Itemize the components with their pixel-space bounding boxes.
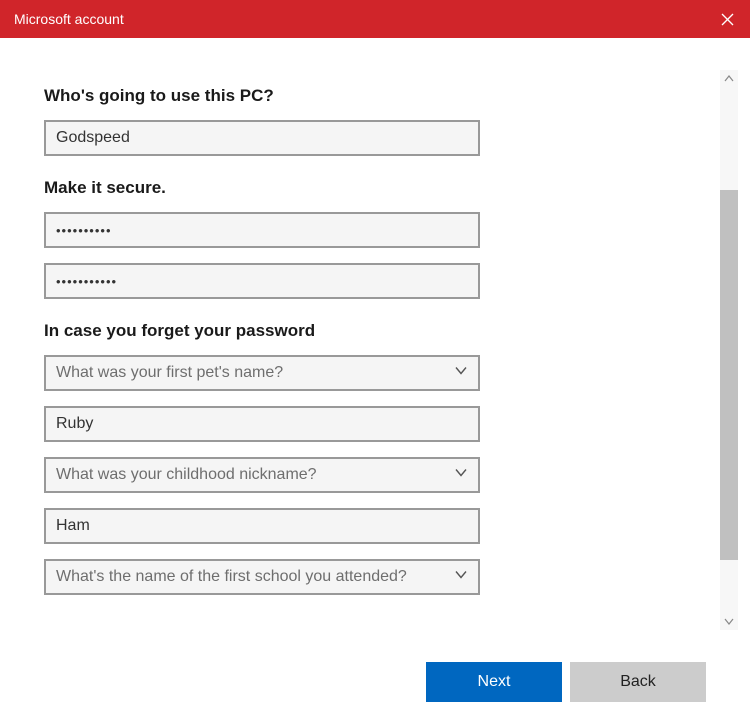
confirm-password-masked: ••••••••••• [56, 274, 117, 289]
section-heading-password: Make it secure. [44, 178, 706, 198]
security-question-3-label: What's the name of the first school you … [56, 568, 407, 586]
window-title: Microsoft account [14, 11, 124, 27]
scrollbar-thumb[interactable] [720, 190, 738, 560]
security-question-1-select[interactable]: What was your first pet's name? [44, 355, 480, 391]
username-input[interactable] [44, 120, 480, 156]
section-heading-user: Who's going to use this PC? [44, 86, 706, 106]
chevron-down-icon [454, 364, 468, 383]
dialog-button-row: Next Back [426, 662, 706, 702]
security-question-3-select[interactable]: What's the name of the first school you … [44, 559, 480, 595]
window-titlebar: Microsoft account [0, 0, 750, 38]
security-question-2-label: What was your childhood nickname? [56, 466, 317, 484]
chevron-down-icon [454, 568, 468, 587]
close-icon[interactable] [718, 10, 736, 28]
confirm-password-input[interactable]: ••••••••••• [44, 263, 480, 299]
password-masked: •••••••••• [56, 223, 112, 238]
form-scroll-area: Who's going to use this PC? Make it secu… [44, 86, 706, 666]
security-answer-1-input[interactable] [44, 406, 480, 442]
vertical-scrollbar[interactable] [720, 70, 738, 630]
back-button[interactable]: Back [570, 662, 706, 702]
security-question-1-label: What was your first pet's name? [56, 364, 283, 382]
username-input-inner[interactable] [56, 122, 468, 154]
section-heading-security: In case you forget your password [44, 321, 706, 341]
security-answer-2-inner[interactable] [56, 510, 468, 542]
password-input[interactable]: •••••••••• [44, 212, 480, 248]
security-answer-1-inner[interactable] [56, 408, 468, 440]
scroll-down-arrow-icon[interactable] [720, 612, 738, 630]
next-button[interactable]: Next [426, 662, 562, 702]
dialog-body: Who's going to use this PC? Make it secu… [0, 38, 750, 726]
scroll-up-arrow-icon[interactable] [720, 70, 738, 88]
chevron-down-icon [454, 466, 468, 485]
security-answer-2-input[interactable] [44, 508, 480, 544]
security-question-2-select[interactable]: What was your childhood nickname? [44, 457, 480, 493]
